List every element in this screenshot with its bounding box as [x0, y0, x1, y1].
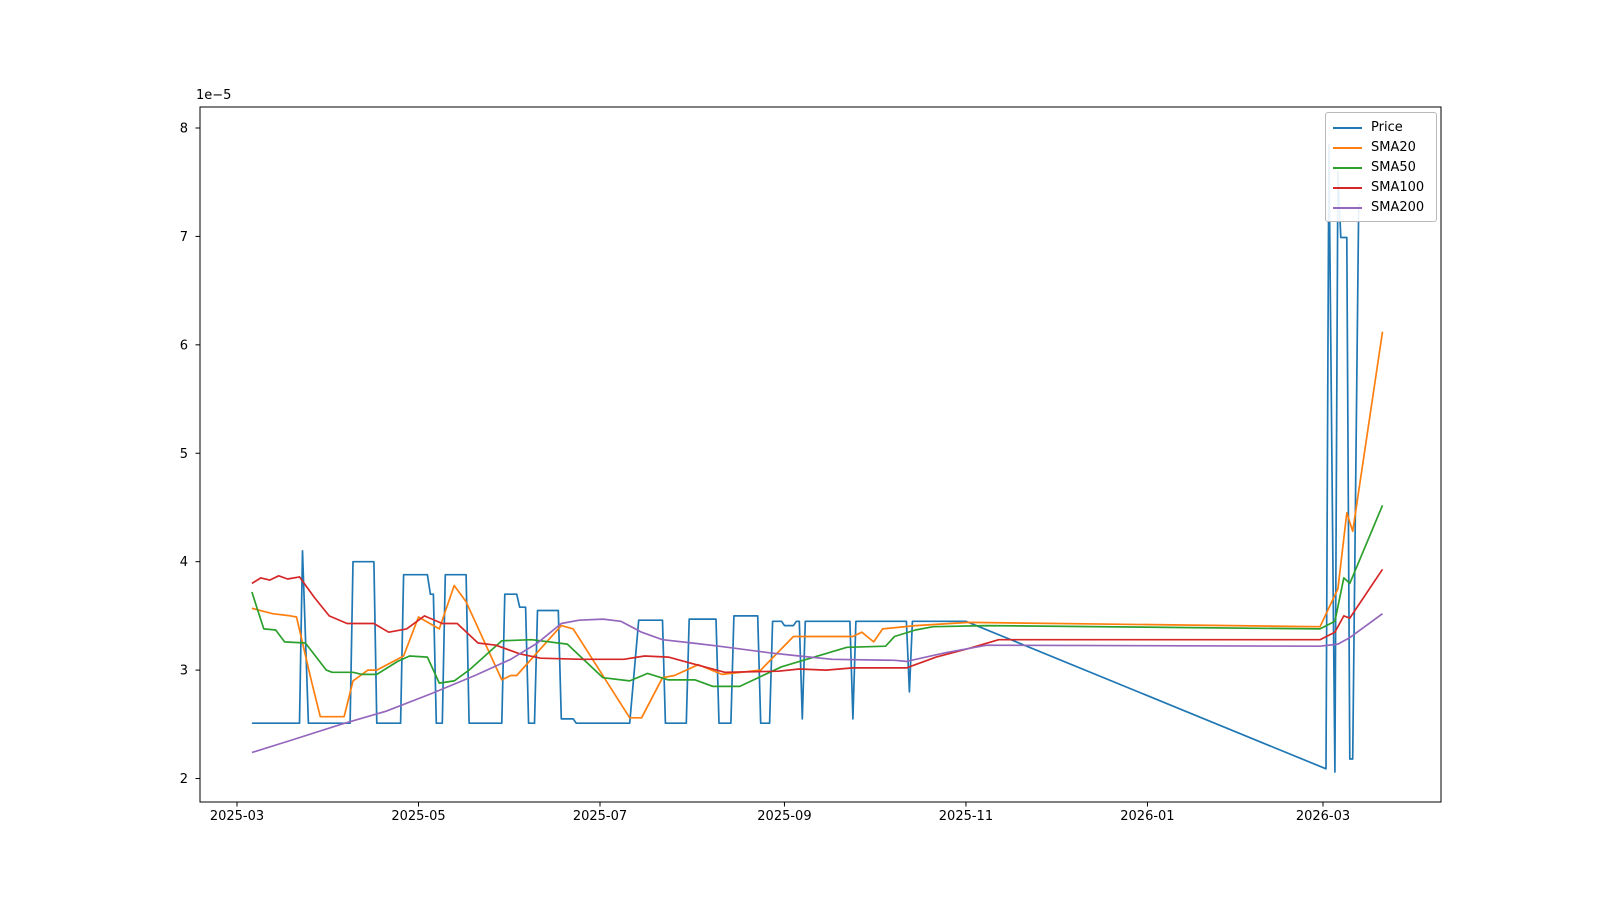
x-tick-label: 2025-07	[573, 809, 627, 824]
legend-label-sma200: SMA200	[1371, 200, 1425, 215]
legend: Price SMA20 SMA50 SMA100 SMA200	[1325, 112, 1437, 222]
x-tick-label: 2025-09	[757, 809, 811, 824]
legend-entry-sma50: SMA50	[1333, 158, 1428, 178]
x-tick-label: 2025-05	[391, 809, 445, 824]
legend-line-sample-sma200	[1333, 207, 1362, 209]
legend-label-sma50: SMA50	[1371, 160, 1416, 175]
legend-entry-sma100: SMA100	[1333, 178, 1428, 198]
x-tick-label: 2025-03	[210, 809, 264, 824]
legend-label-sma100: SMA100	[1371, 180, 1425, 195]
legend-line-sample-sma100	[1333, 187, 1362, 189]
legend-entry-price: Price	[1333, 118, 1428, 138]
y-tick-label: 4	[180, 555, 188, 570]
y-axis-offset-label: 1e−5	[196, 88, 231, 103]
legend-line-sample-sma50	[1333, 167, 1362, 169]
legend-label-sma20: SMA20	[1371, 140, 1416, 155]
matplotlib-figure: 1e−5 2025-03 2025-05 2025-07 2025-09 2025-11…	[0, 0, 1600, 900]
x-tick-label: 2025-11	[939, 809, 993, 824]
y-tick-label: 5	[180, 447, 188, 462]
x-tick-label: 2026-03	[1296, 809, 1350, 824]
y-tick-label: 7	[180, 230, 188, 245]
legend-entry-sma20: SMA20	[1333, 138, 1428, 158]
y-tick-label: 6	[180, 338, 188, 353]
legend-label-price: Price	[1371, 120, 1403, 135]
plot-area	[199, 106, 1442, 803]
y-tick-label: 3	[180, 664, 188, 679]
legend-line-sample-sma20	[1333, 147, 1362, 149]
legend-line-sample-price	[1333, 127, 1362, 129]
x-tick-label: 2026-01	[1120, 809, 1174, 824]
y-tick-label: 8	[180, 122, 188, 137]
legend-entry-sma200: SMA200	[1333, 198, 1428, 218]
y-tick-label: 2	[180, 772, 188, 787]
